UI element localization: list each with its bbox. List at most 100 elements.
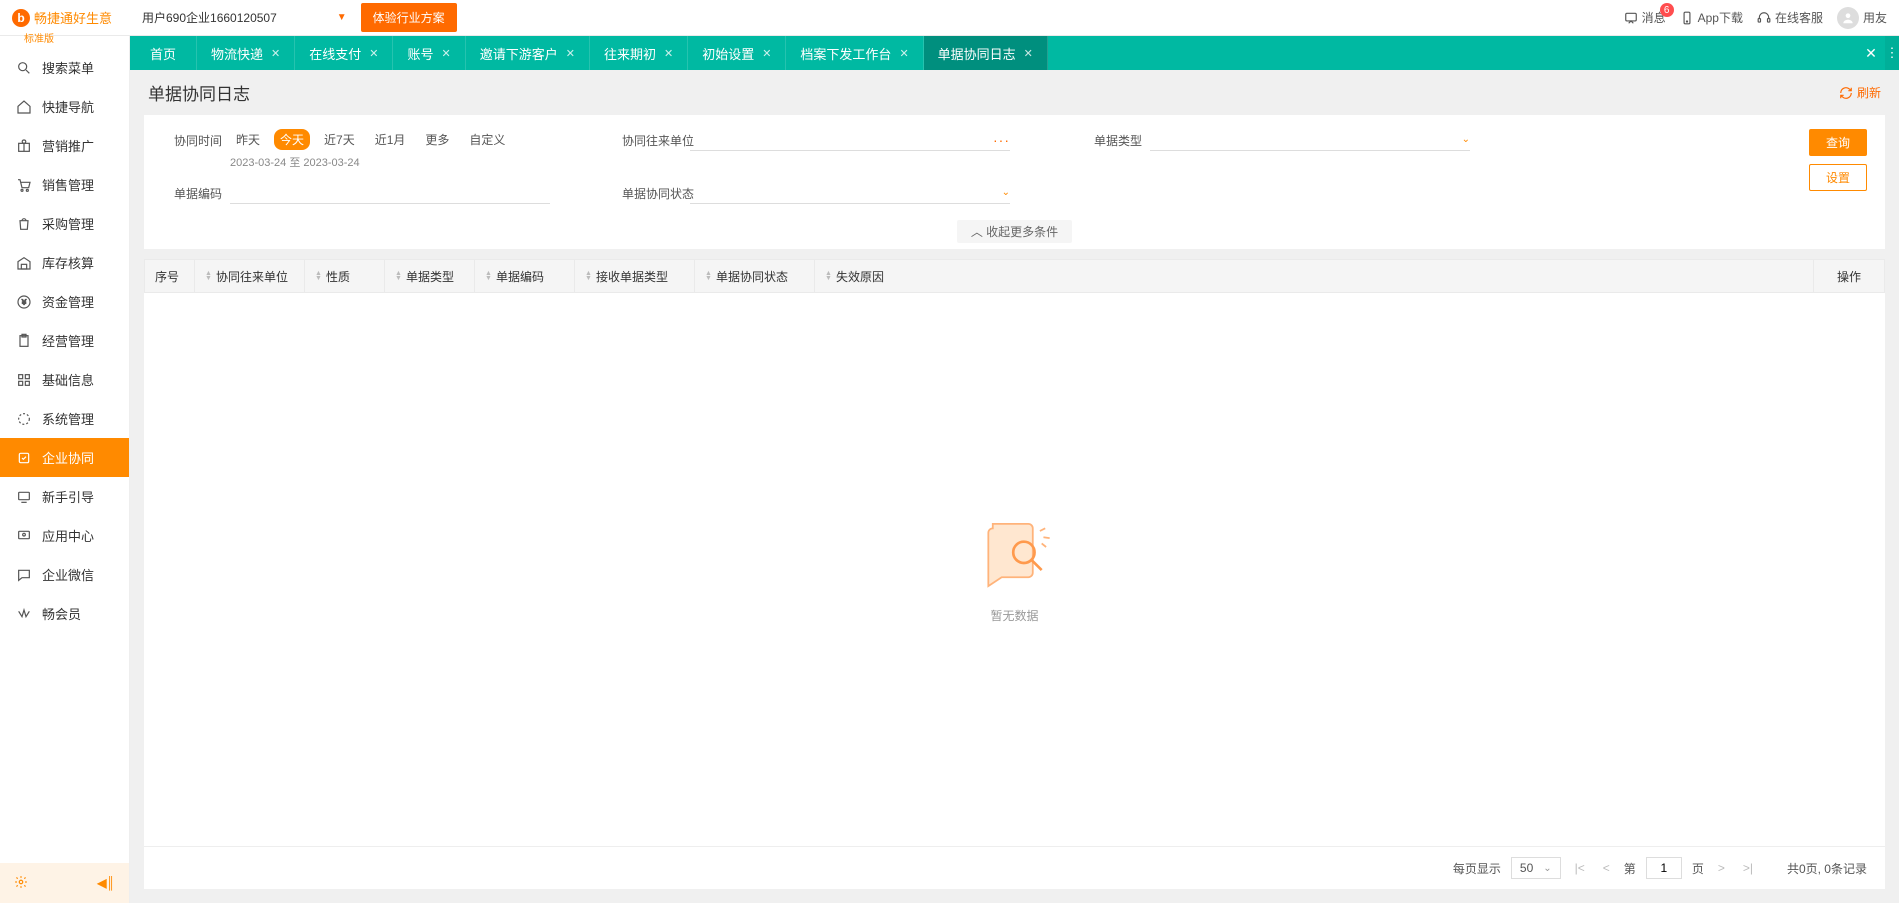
settings-button[interactable]: 设置 <box>1809 164 1867 191</box>
collapse-filters-button[interactable]: ︿ 收起更多条件 <box>162 216 1867 249</box>
doctype-select[interactable]: ⌄ <box>1150 129 1470 151</box>
sidebar-item-warehouse[interactable]: 库存核算 <box>0 243 129 282</box>
sidebar-item-label: 系统管理 <box>42 409 94 428</box>
date-chip[interactable]: 今天 <box>274 129 310 150</box>
tab[interactable]: 档案下发工作台✕ <box>786 36 923 70</box>
sidebar-item-grid[interactable]: 基础信息 <box>0 360 129 399</box>
column-label: 失效原因 <box>836 268 884 285</box>
collapse-sidebar-icon[interactable]: ◀║ <box>97 876 115 890</box>
chevron-down-icon: ⌄ <box>1543 863 1551 874</box>
sidebar-item-bag[interactable]: 采购管理 <box>0 204 129 243</box>
sidebar-item-label: 企业协同 <box>42 448 94 467</box>
page-title: 单据协同日志 <box>148 80 250 105</box>
gift-icon <box>16 138 32 154</box>
sidebar-item-apps[interactable]: 应用中心 <box>0 516 129 555</box>
column-header[interactable]: 序号 <box>145 260 195 292</box>
username: 用友 <box>1863 9 1887 26</box>
close-all-tabs-button[interactable]: ✕ <box>1857 36 1885 70</box>
tab-bar: 首页 物流快递✕在线支付✕账号✕邀请下游客户✕往来期初✕初始设置✕档案下发工作台… <box>130 36 1899 70</box>
close-icon[interactable]: ✕ <box>442 47 451 60</box>
gear-dashed-icon <box>16 411 32 427</box>
query-button[interactable]: 查询 <box>1809 129 1867 156</box>
tabs-overflow-icon[interactable]: ⋮ <box>1885 36 1899 70</box>
sidebar-item-gift[interactable]: 营销推广 <box>0 126 129 165</box>
sidebar-item-cart[interactable]: 销售管理 <box>0 165 129 204</box>
chat-icon <box>1624 11 1638 25</box>
close-icon[interactable]: ✕ <box>369 47 378 60</box>
experience-plan-button[interactable]: 体验行业方案 <box>361 3 457 32</box>
sidebar-item-tv[interactable]: 新手引导 <box>0 477 129 516</box>
sort-icon: ▲▼ <box>585 271 592 281</box>
sidebar-item-search[interactable]: 搜索菜单 <box>0 48 129 87</box>
column-header[interactable]: ▲▼接收单据类型 <box>575 260 695 292</box>
column-header[interactable]: ▲▼单据编码 <box>475 260 575 292</box>
date-chip[interactable]: 近7天 <box>318 129 361 150</box>
last-page-button[interactable]: >| <box>1739 861 1757 875</box>
sidebar-item-home[interactable]: 快捷导航 <box>0 87 129 126</box>
sidebar-item-label: 快捷导航 <box>42 97 94 116</box>
money-icon: ¥ <box>16 294 32 310</box>
sidebar-item-gear-dashed[interactable]: 系统管理 <box>0 399 129 438</box>
date-range-text: 2023-03-24 至 2023-03-24 <box>230 154 511 170</box>
tenant-selector[interactable]: 用户690企业1660120507 ▼ <box>142 9 347 26</box>
column-header[interactable]: ▲▼单据类型 <box>385 260 475 292</box>
page-input[interactable] <box>1646 857 1682 879</box>
partner-select[interactable]: ··· <box>690 129 1010 151</box>
column-header[interactable]: ▲▼单据协同状态 <box>695 260 815 292</box>
close-icon[interactable]: ✕ <box>566 47 575 60</box>
sidebar-item-sync[interactable]: 企业协同 <box>0 438 129 477</box>
chevron-up-icon: ︿ <box>971 225 986 239</box>
column-label: 单据协同状态 <box>716 268 788 285</box>
column-header[interactable]: ▲▼失效原因 <box>815 260 1814 292</box>
logo-text: 畅捷通好生意 <box>34 8 112 27</box>
data-table: 序号▲▼协同往来单位▲▼性质▲▼单据类型▲▼单据编码▲▼接收单据类型▲▼单据协同… <box>144 259 1885 846</box>
user-menu[interactable]: 用友 <box>1837 7 1887 29</box>
app-download-button[interactable]: App下载 <box>1680 9 1743 26</box>
close-icon[interactable]: ✕ <box>762 47 771 60</box>
sidebar-item-money[interactable]: ¥资金管理 <box>0 282 129 321</box>
logo-icon: b <box>12 9 30 27</box>
tab[interactable]: 在线支付✕ <box>295 36 393 70</box>
messages-button[interactable]: 消息 6 <box>1624 9 1666 26</box>
tab[interactable]: 初始设置✕ <box>688 36 786 70</box>
date-chip[interactable]: 昨天 <box>230 129 266 150</box>
settings-icon[interactable] <box>14 875 28 892</box>
close-icon[interactable]: ✕ <box>1024 47 1033 60</box>
tab-label: 单据协同日志 <box>938 44 1016 63</box>
sidebar-item-clipboard[interactable]: 经营管理 <box>0 321 129 360</box>
column-header[interactable]: ▲▼ 协同往来单位 <box>195 260 305 292</box>
date-chip[interactable]: 自定义 <box>463 129 511 150</box>
sidebar-item-chat[interactable]: 企业微信 <box>0 555 129 594</box>
date-chip[interactable]: 更多 <box>419 129 455 150</box>
close-icon[interactable]: ✕ <box>899 47 908 60</box>
status-select[interactable]: ⌄ <box>690 182 1010 204</box>
tenant-name: 用户690企业1660120507 <box>142 9 277 26</box>
column-header[interactable]: 操作 <box>1814 260 1884 292</box>
tab[interactable]: 往来期初✕ <box>590 36 688 70</box>
tab[interactable]: 物流快递✕ <box>197 36 295 70</box>
date-chip[interactable]: 近1月 <box>369 129 412 150</box>
first-page-button[interactable]: |< <box>1571 861 1589 875</box>
customer-service-button[interactable]: 在线客服 <box>1757 9 1823 26</box>
tab[interactable]: 邀请下游客户✕ <box>466 36 590 70</box>
column-label: 性质 <box>326 268 350 285</box>
sidebar-item-vip[interactable]: 畅会员 <box>0 594 129 633</box>
next-page-button[interactable]: > <box>1714 861 1729 875</box>
close-icon[interactable]: ✕ <box>271 47 280 60</box>
column-header[interactable]: ▲▼性质 <box>305 260 385 292</box>
tab[interactable]: 单据协同日志 ✕ <box>924 36 1048 70</box>
sidebar-item-label: 畅会员 <box>42 604 81 623</box>
prev-page-button[interactable]: < <box>1599 861 1614 875</box>
grid-icon <box>16 372 32 388</box>
sort-icon: ▲▼ <box>205 271 212 281</box>
per-page-select[interactable]: 50 ⌄ <box>1511 857 1561 879</box>
doccode-input[interactable] <box>230 182 550 204</box>
sort-icon: ▲▼ <box>485 271 492 281</box>
refresh-button[interactable]: 刷新 <box>1839 84 1881 101</box>
tab[interactable]: 账号✕ <box>393 36 465 70</box>
close-icon[interactable]: ✕ <box>664 47 673 60</box>
column-label: 协同往来单位 <box>216 268 288 285</box>
messages-badge: 6 <box>1660 3 1674 17</box>
tab-home[interactable]: 首页 <box>130 36 197 70</box>
bag-icon <box>16 216 32 232</box>
